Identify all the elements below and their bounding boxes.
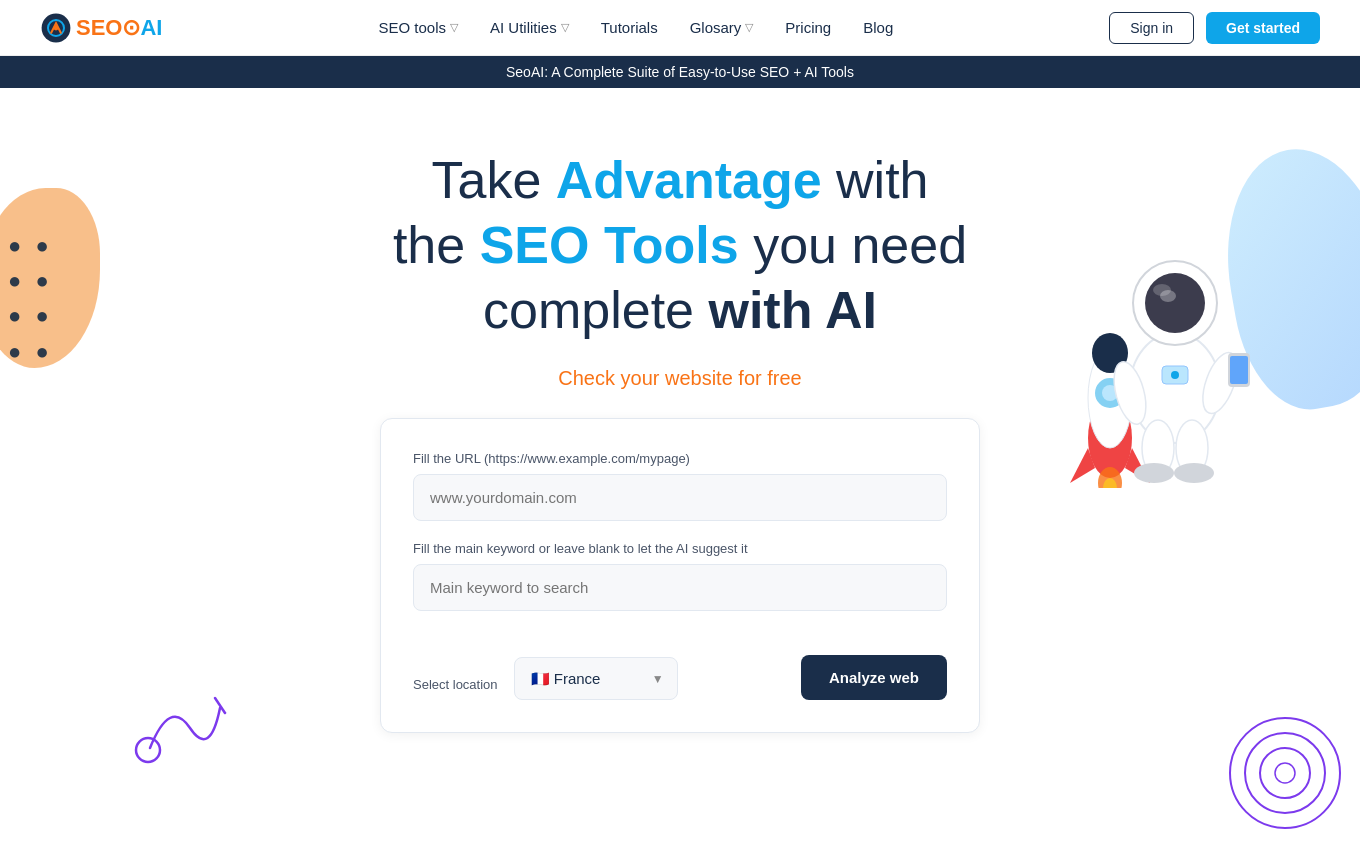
location-row: Select location 🇫🇷 France 🇺🇸 United Stat… <box>413 631 947 700</box>
logo[interactable]: SEO⊙AI <box>40 12 162 44</box>
svg-point-30 <box>1260 748 1310 798</box>
nav-blog[interactable]: Blog <box>863 19 893 36</box>
svg-point-22 <box>1134 463 1174 483</box>
nav-pricing[interactable]: Pricing <box>785 19 831 36</box>
chevron-down-icon: ▽ <box>450 21 458 34</box>
location-select-container: 🇫🇷 France 🇺🇸 United States 🇬🇧 United Kin… <box>514 657 678 700</box>
astronaut-illustration <box>1010 128 1300 498</box>
navbar: SEO⊙AI SEO tools ▽ AI Utilities ▽ Tutori… <box>0 0 1360 56</box>
analyze-button[interactable]: Analyze web <box>801 655 947 700</box>
svg-point-28 <box>1230 718 1340 828</box>
keyword-label: Fill the main keyword or leave blank to … <box>413 541 947 556</box>
keyword-input[interactable] <box>413 564 947 611</box>
hero-subtitle: Check your website for free <box>558 367 801 390</box>
hero-title: Take Advantage with the SEO Tools you ne… <box>393 148 967 343</box>
url-label: Fill the URL (https://www.example.com/my… <box>413 451 947 466</box>
analysis-form-card: Fill the URL (https://www.example.com/my… <box>380 418 980 733</box>
decoration-circles-right <box>1220 708 1350 838</box>
nav-ai-utilities[interactable]: AI Utilities ▽ <box>490 19 569 36</box>
signin-button[interactable]: Sign in <box>1109 12 1194 44</box>
getstarted-button[interactable]: Get started <box>1206 12 1320 44</box>
location-label: Select location <box>413 677 498 692</box>
svg-point-23 <box>1174 463 1214 483</box>
logo-icon <box>40 12 72 44</box>
location-select-wrapper: Select location 🇫🇷 France 🇺🇸 United Stat… <box>413 657 785 700</box>
decoration-dots: ● ●● ●● ●● ● <box>8 228 53 369</box>
chevron-down-icon: ▽ <box>561 21 569 34</box>
svg-rect-19 <box>1230 356 1248 384</box>
svg-point-26 <box>1153 284 1171 296</box>
analyze-button-wrapper: Analyze web <box>801 631 947 700</box>
decoration-squiggle <box>130 678 230 768</box>
svg-point-14 <box>1145 273 1205 333</box>
nav-glosary[interactable]: Glosary ▽ <box>690 19 754 36</box>
svg-point-2 <box>54 25 59 30</box>
url-input[interactable] <box>413 474 947 521</box>
nav-links: SEO tools ▽ AI Utilities ▽ Tutorials Glo… <box>378 19 893 36</box>
location-select[interactable]: 🇫🇷 France 🇺🇸 United States 🇬🇧 United Kin… <box>514 657 678 700</box>
nav-actions: Sign in Get started <box>1109 12 1320 44</box>
svg-point-27 <box>136 738 160 762</box>
svg-point-31 <box>1275 763 1295 783</box>
chevron-down-icon: ▽ <box>745 21 753 34</box>
nav-tutorials[interactable]: Tutorials <box>601 19 658 36</box>
nav-seo-tools[interactable]: SEO tools ▽ <box>378 19 458 36</box>
svg-point-25 <box>1171 371 1179 379</box>
logo-text: SEO⊙AI <box>76 15 162 41</box>
announcement-banner: SeoAI: A Complete Suite of Easy-to-Use S… <box>0 56 1360 88</box>
svg-point-29 <box>1245 733 1325 813</box>
hero-section: ● ●● ●● ●● ● <box>0 88 1360 848</box>
